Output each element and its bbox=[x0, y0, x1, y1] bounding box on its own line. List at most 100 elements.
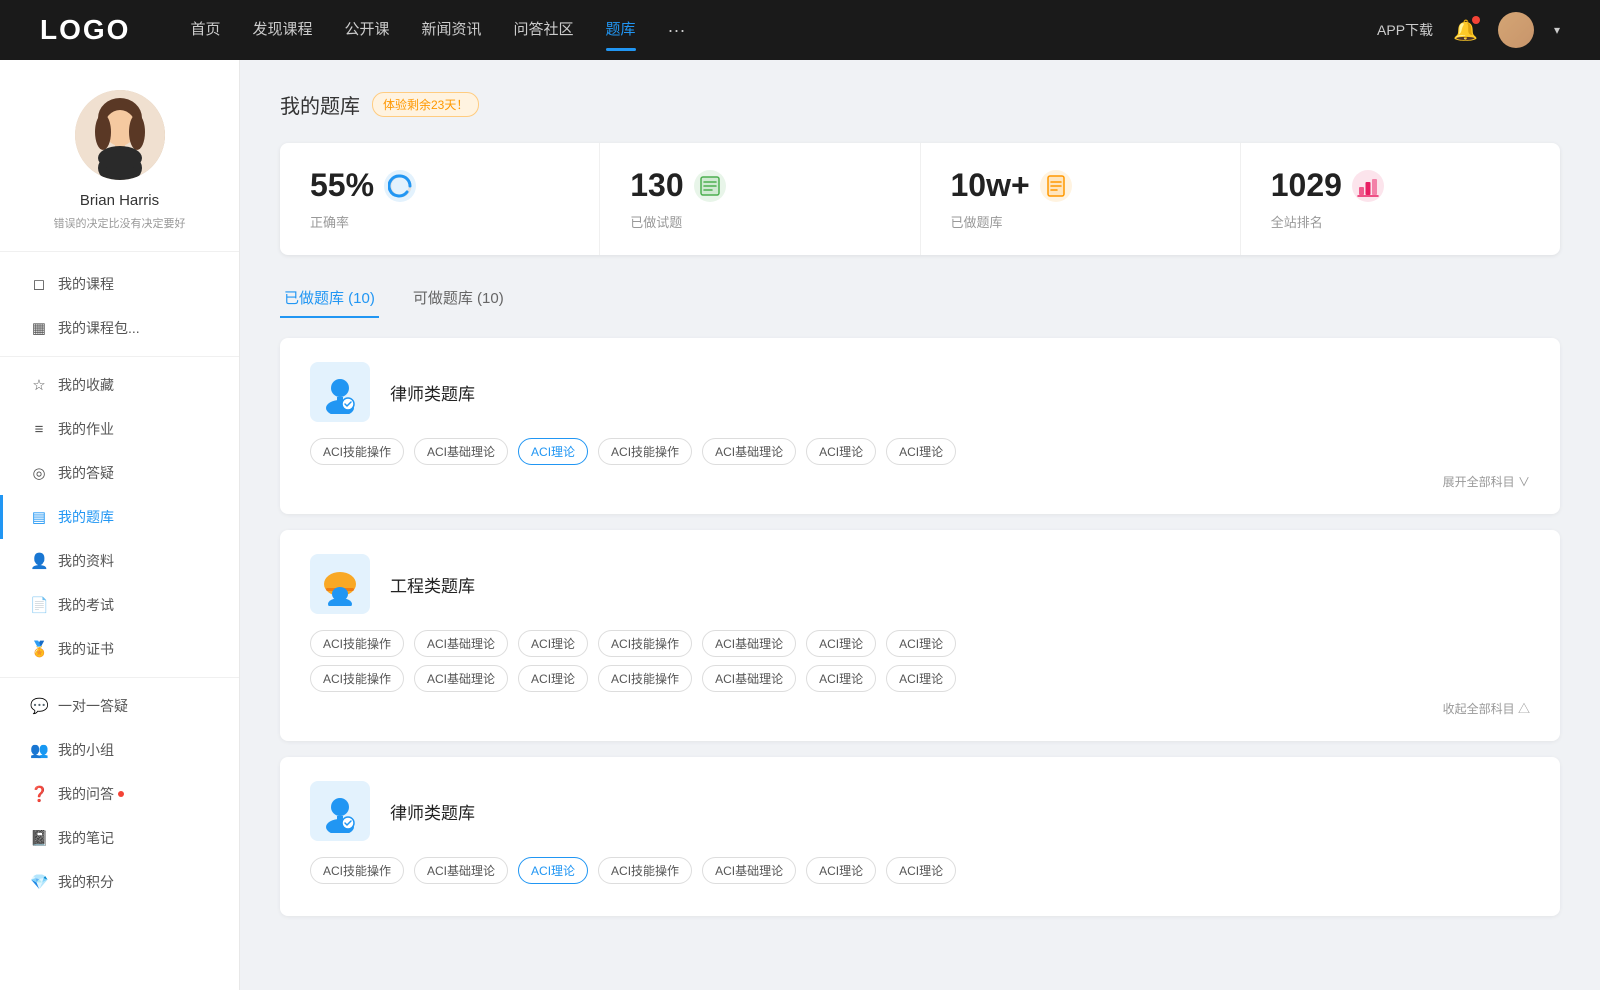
tab-done-banks[interactable]: 已做题库 (10) bbox=[280, 279, 379, 318]
page-title: 我的题库 bbox=[280, 90, 360, 119]
tag[interactable]: ACI基础理论 bbox=[702, 438, 796, 465]
stat-top: 10w+ bbox=[951, 167, 1210, 204]
nav-news[interactable]: 新闻资讯 bbox=[422, 18, 482, 43]
tag[interactable]: ACI理论 bbox=[806, 665, 876, 692]
profile-icon: 👤 bbox=[30, 552, 48, 570]
rank-icon bbox=[1352, 170, 1384, 202]
menu-item-group[interactable]: 👥 我的小组 bbox=[0, 728, 239, 772]
user-avatar[interactable] bbox=[1498, 12, 1534, 48]
tag[interactable]: ACI技能操作 bbox=[598, 665, 692, 692]
stat-label: 已做题库 bbox=[951, 212, 1210, 231]
expand-btn-1[interactable]: 展开全部科目 ∨ bbox=[310, 473, 1530, 490]
stat-value: 55% bbox=[310, 167, 374, 204]
menu-label: 我的考试 bbox=[58, 595, 114, 615]
qbank-title: 工程类题库 bbox=[390, 572, 475, 597]
menu-label: 我的答疑 bbox=[58, 463, 114, 483]
menu-item-cert[interactable]: 🏅 我的证书 bbox=[0, 627, 239, 671]
avatar-dropdown-icon[interactable]: ▾ bbox=[1554, 23, 1560, 37]
courses-icon: ◻ bbox=[30, 275, 48, 293]
tag-active[interactable]: ACI理论 bbox=[518, 438, 588, 465]
menu-item-course-package[interactable]: ▦ 我的课程包... bbox=[0, 306, 239, 350]
notification-dot bbox=[1472, 16, 1480, 24]
avatar-svg bbox=[75, 90, 165, 180]
done-banks-icon bbox=[1040, 170, 1072, 202]
avatar bbox=[75, 90, 165, 180]
menu-divider-2 bbox=[0, 677, 239, 678]
tag[interactable]: ACI理论 bbox=[806, 630, 876, 657]
tag[interactable]: ACI理论 bbox=[886, 665, 956, 692]
tag[interactable]: ACI技能操作 bbox=[598, 438, 692, 465]
nav-home[interactable]: 首页 bbox=[190, 18, 220, 43]
tag[interactable]: ACI技能操作 bbox=[310, 630, 404, 657]
tag[interactable]: ACI技能操作 bbox=[598, 630, 692, 657]
menu-divider-1 bbox=[0, 356, 239, 357]
tag[interactable]: ACI基础理论 bbox=[414, 857, 508, 884]
tag[interactable]: ACI基础理论 bbox=[414, 665, 508, 692]
nav-discover[interactable]: 发现课程 bbox=[252, 18, 312, 43]
package-icon: ▦ bbox=[30, 319, 48, 337]
menu-label: 我的收藏 bbox=[58, 375, 114, 395]
menu-item-notes[interactable]: 📓 我的笔记 bbox=[0, 816, 239, 860]
tag[interactable]: ACI基础理论 bbox=[414, 438, 508, 465]
stat-value: 1029 bbox=[1271, 167, 1342, 204]
stat-top: 55% bbox=[310, 167, 569, 204]
nav-qa[interactable]: 问答社区 bbox=[514, 18, 574, 43]
menu-item-favorites[interactable]: ☆ 我的收藏 bbox=[0, 363, 239, 407]
exam-icon: 📄 bbox=[30, 596, 48, 614]
tag[interactable]: ACI技能操作 bbox=[598, 857, 692, 884]
tag[interactable]: ACI技能操作 bbox=[310, 665, 404, 692]
menu-item-1on1[interactable]: 💬 一对一答疑 bbox=[0, 684, 239, 728]
sidebar: Brian Harris 错误的决定比没有决定要好 ◻ 我的课程 ▦ 我的课程包… bbox=[0, 60, 240, 990]
menu-item-qa[interactable]: ◎ 我的答疑 bbox=[0, 451, 239, 495]
tag[interactable]: ACI理论 bbox=[806, 857, 876, 884]
pie-chart-icon bbox=[388, 174, 412, 198]
tag[interactable]: ACI技能操作 bbox=[310, 857, 404, 884]
stat-label: 正确率 bbox=[310, 212, 569, 231]
list-icon bbox=[699, 175, 721, 197]
menu-label: 我的小组 bbox=[58, 740, 114, 760]
qbank-header: 律师类题库 bbox=[310, 781, 1530, 841]
qbank-card-engineering: 工程类题库 ACI技能操作 ACI基础理论 ACI理论 ACI技能操作 ACI基… bbox=[280, 530, 1560, 741]
menu-item-qbank[interactable]: ▤ 我的题库 bbox=[0, 495, 239, 539]
qa-icon: ◎ bbox=[30, 464, 48, 482]
tag[interactable]: ACI理论 bbox=[886, 438, 956, 465]
tag[interactable]: ACI理论 bbox=[806, 438, 876, 465]
nav-right: APP下载 🔔 ▾ bbox=[1377, 12, 1560, 48]
notification-bell[interactable]: 🔔 bbox=[1453, 18, 1478, 43]
nav-opencourse[interactable]: 公开课 bbox=[344, 18, 389, 43]
app-download-btn[interactable]: APP下载 bbox=[1377, 20, 1433, 40]
my-qa-icon: ❓ bbox=[30, 785, 48, 803]
tags-row-2a: ACI技能操作 ACI基础理论 ACI理论 ACI技能操作 ACI基础理论 AC… bbox=[310, 630, 1530, 657]
menu-label: 我的积分 bbox=[58, 872, 114, 892]
lawyer-icon-2 bbox=[318, 789, 362, 833]
menu-item-points[interactable]: 💎 我的积分 bbox=[0, 860, 239, 904]
tab-available-banks[interactable]: 可做题库 (10) bbox=[409, 279, 508, 318]
tag[interactable]: ACI基础理论 bbox=[702, 857, 796, 884]
tag[interactable]: ACI理论 bbox=[518, 630, 588, 657]
nav-qbank[interactable]: 题库 bbox=[606, 18, 636, 43]
menu-item-homework[interactable]: ≡ 我的作业 bbox=[0, 407, 239, 451]
tabs-row: 已做题库 (10) 可做题库 (10) bbox=[280, 279, 1560, 318]
tag[interactable]: ACI理论 bbox=[886, 630, 956, 657]
qbank-card-icon bbox=[310, 554, 370, 614]
qbank-header: 律师类题库 bbox=[310, 362, 1530, 422]
menu-label: 我的课程 bbox=[58, 274, 114, 294]
menu-label: 我的资料 bbox=[58, 551, 114, 571]
menu-item-exam[interactable]: 📄 我的考试 bbox=[0, 583, 239, 627]
tag[interactable]: ACI基础理论 bbox=[702, 665, 796, 692]
sidebar-menu: ◻ 我的课程 ▦ 我的课程包... ☆ 我的收藏 ≡ 我的作业 ◎ 我的答疑 ▤ bbox=[0, 252, 239, 914]
notes-icon: 📓 bbox=[30, 829, 48, 847]
menu-item-my-courses[interactable]: ◻ 我的课程 bbox=[0, 262, 239, 306]
tag[interactable]: ACI理论 bbox=[518, 665, 588, 692]
tag[interactable]: ACI基础理论 bbox=[702, 630, 796, 657]
avatar-img bbox=[1498, 12, 1534, 48]
menu-item-my-qa[interactable]: ❓ 我的问答 bbox=[0, 772, 239, 816]
collapse-btn-2[interactable]: 收起全部科目 △ bbox=[310, 700, 1530, 717]
menu-item-profile[interactable]: 👤 我的资料 bbox=[0, 539, 239, 583]
tag-active[interactable]: ACI理论 bbox=[518, 857, 588, 884]
tag[interactable]: ACI技能操作 bbox=[310, 438, 404, 465]
nav-more[interactable]: ··· bbox=[668, 20, 686, 41]
tag[interactable]: ACI理论 bbox=[886, 857, 956, 884]
tag[interactable]: ACI基础理论 bbox=[414, 630, 508, 657]
group-icon: 👥 bbox=[30, 741, 48, 759]
